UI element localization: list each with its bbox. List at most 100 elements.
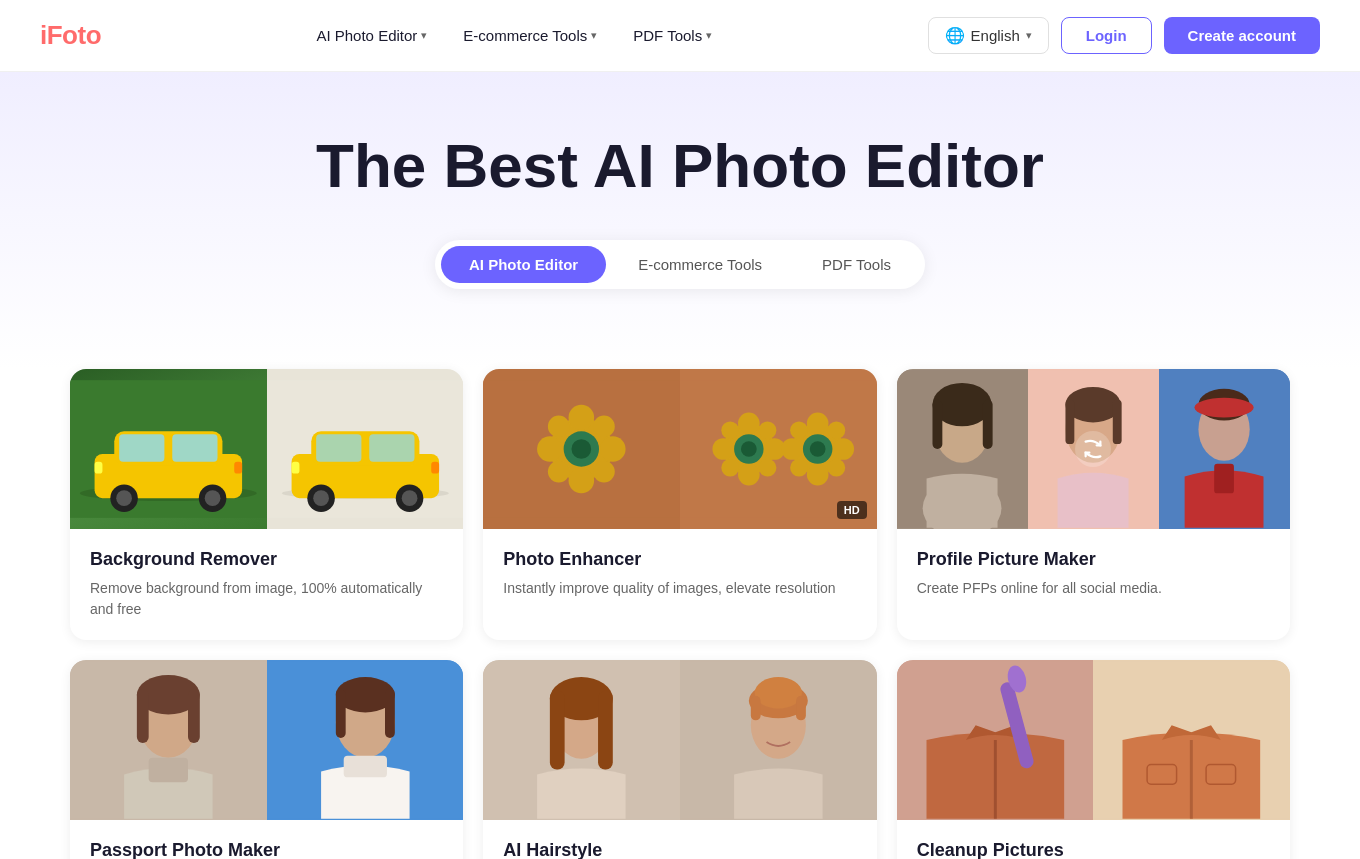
svg-point-33	[593, 461, 615, 483]
cleanup-right-svg	[1093, 660, 1290, 820]
chevron-down-icon: ▾	[1026, 29, 1032, 42]
svg-point-55	[790, 459, 808, 477]
passport-left-svg	[70, 660, 267, 820]
svg-point-28	[537, 436, 563, 462]
svg-point-45	[759, 459, 777, 477]
card-photo-enhancer-title: Photo Enhancer	[503, 549, 856, 570]
svg-rect-78	[137, 689, 149, 743]
svg-rect-96	[751, 696, 761, 721]
card-passport-photo-maker-content: Passport Photo Maker Create passport pho…	[70, 820, 463, 859]
svg-point-74	[1194, 398, 1253, 418]
svg-point-40	[712, 438, 734, 460]
main-nav: AI Photo Editor ▾ E-commerce Tools ▾ PDF…	[302, 19, 726, 52]
logo-text: iFoto	[40, 20, 101, 50]
svg-rect-16	[316, 434, 361, 462]
svg-point-50	[807, 464, 829, 486]
svg-rect-68	[1065, 400, 1074, 444]
nav-pdf-tools-label: PDF Tools	[633, 27, 702, 44]
svg-point-54	[828, 422, 846, 440]
language-selector[interactable]: 🌐 English ▾	[928, 17, 1049, 54]
card-photo-enhancer[interactable]: HD Photo Enhancer Instantly improve qual…	[483, 369, 876, 640]
card-ai-hairstyle-title: AI Hairstyle	[503, 840, 856, 859]
svg-rect-5	[172, 434, 217, 462]
svg-point-51	[781, 438, 803, 460]
nav-pdf-tools[interactable]: PDF Tools ▾	[619, 19, 726, 52]
tab-ai-photo-editor-label: AI Photo Editor	[469, 256, 578, 273]
cards-section: Background Remover Remove background fro…	[0, 369, 1360, 859]
tab-ai-photo-editor[interactable]: AI Photo Editor	[441, 246, 606, 283]
card-passport-photo-maker-title: Passport Photo Maker	[90, 840, 443, 859]
nav-ai-photo-editor[interactable]: AI Photo Editor ▾	[302, 19, 441, 52]
svg-point-21	[401, 490, 417, 506]
card-profile-picture-maker-content: Profile Picture Maker Create PFPs online…	[897, 529, 1290, 619]
card-profile-picture-maker[interactable]: Profile Picture Maker Create PFPs online…	[897, 369, 1290, 640]
profile-left-svg	[897, 369, 1028, 529]
card-cleanup-pictures-image	[897, 660, 1290, 820]
tab-ecommerce-tools[interactable]: E-commerce Tools	[610, 246, 790, 283]
svg-point-31	[593, 416, 615, 438]
profile-right-svg	[1159, 369, 1290, 529]
hairstyle-right-svg	[680, 660, 877, 820]
tabs-container: AI Photo Editor E-commerce Tools PDF Too…	[40, 240, 1320, 289]
svg-rect-22	[291, 462, 299, 474]
card-photo-enhancer-desc: Instantly improve quality of images, ele…	[503, 578, 856, 599]
card-passport-photo-maker-image	[70, 660, 463, 820]
svg-point-43	[759, 422, 777, 440]
passport-right-svg	[267, 660, 464, 820]
card-background-remover-content: Background Remover Remove background fro…	[70, 529, 463, 640]
tab-ecommerce-tools-label: E-commerce Tools	[638, 256, 762, 273]
hd-badge: HD	[837, 501, 867, 519]
svg-rect-90	[550, 691, 565, 770]
svg-rect-97	[796, 696, 806, 721]
chevron-down-icon: ▾	[591, 29, 597, 42]
svg-rect-91	[598, 691, 613, 770]
nav-ecommerce-tools[interactable]: E-commerce Tools ▾	[449, 19, 611, 52]
create-account-button[interactable]: Create account	[1164, 17, 1320, 54]
jewelry-left-svg	[483, 369, 680, 529]
chevron-down-icon: ▾	[421, 29, 427, 42]
svg-point-52	[832, 438, 854, 460]
svg-point-42	[721, 422, 739, 440]
svg-point-32	[548, 461, 570, 483]
card-background-remover-title: Background Remover	[90, 549, 443, 570]
svg-point-30	[548, 416, 570, 438]
globe-icon: 🌐	[945, 26, 965, 45]
logo[interactable]: iFoto	[40, 20, 101, 51]
card-background-remover[interactable]: Background Remover Remove background fro…	[70, 369, 463, 640]
svg-point-38	[738, 413, 760, 435]
card-ai-hairstyle-content: AI Hairstyle Try new hairstyles virtuall…	[483, 820, 876, 859]
svg-point-44	[721, 459, 739, 477]
svg-point-95	[755, 677, 802, 708]
card-passport-photo-maker[interactable]: Passport Photo Maker Create passport pho…	[70, 660, 463, 859]
svg-rect-62	[932, 400, 942, 449]
hairstyle-left-svg	[483, 660, 680, 820]
svg-point-29	[600, 436, 626, 462]
card-ai-hairstyle[interactable]: AI Hairstyle Try new hairstyles virtuall…	[483, 660, 876, 859]
login-button[interactable]: Login	[1061, 17, 1152, 54]
svg-point-27	[569, 468, 595, 494]
cleanup-left-svg	[897, 660, 1094, 820]
svg-point-56	[828, 459, 846, 477]
card-photo-enhancer-image: HD	[483, 369, 876, 529]
svg-rect-80	[149, 758, 188, 783]
svg-rect-73	[1214, 464, 1234, 494]
svg-rect-23	[431, 462, 439, 474]
svg-rect-63	[982, 400, 992, 449]
svg-rect-69	[1113, 400, 1122, 444]
car-left-svg	[70, 369, 267, 529]
svg-point-7	[116, 490, 132, 506]
svg-rect-4	[119, 434, 164, 462]
svg-rect-79	[188, 689, 200, 743]
language-label: English	[971, 27, 1020, 44]
card-background-remover-image	[70, 369, 463, 529]
tab-pdf-tools[interactable]: PDF Tools	[794, 246, 919, 283]
card-cleanup-pictures[interactable]: Cleanup Pictures Remove unwanted objects…	[897, 660, 1290, 859]
category-tabs: AI Photo Editor E-commerce Tools PDF Too…	[435, 240, 925, 289]
card-profile-picture-maker-title: Profile Picture Maker	[917, 549, 1270, 570]
svg-rect-11	[234, 462, 242, 474]
svg-point-35	[572, 439, 592, 459]
refresh-icon	[1075, 431, 1111, 467]
tab-pdf-tools-label: PDF Tools	[822, 256, 891, 273]
svg-point-53	[790, 422, 808, 440]
svg-rect-85	[385, 689, 395, 738]
